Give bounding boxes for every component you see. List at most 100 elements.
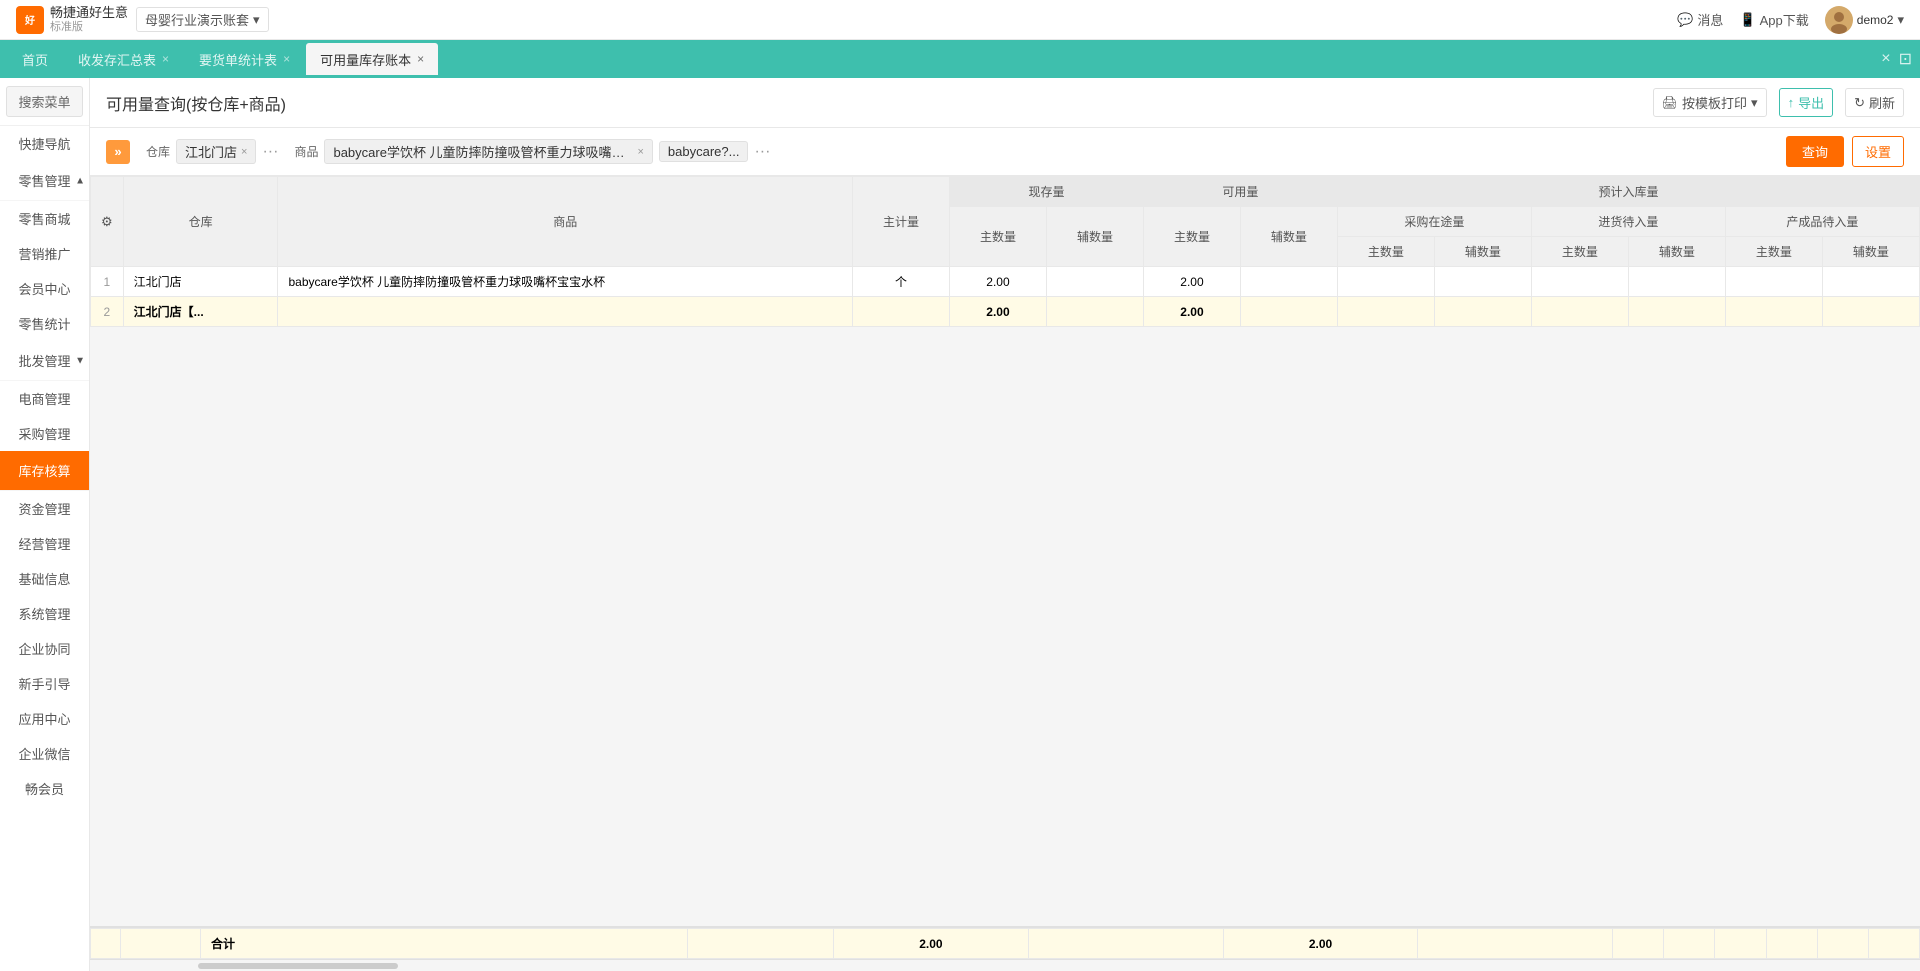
tab-order-stats[interactable]: 要货单统计表 ×	[185, 43, 304, 75]
sidebar-item-member-center[interactable]: 会员中心	[0, 271, 89, 306]
summary-empty-settings	[91, 929, 121, 959]
purchase-transit-header: 采购在途量	[1337, 207, 1531, 237]
warehouse-filter-label: 仓库	[146, 143, 170, 160]
table-row-subtotal: 2 江北门店【... 2.00 2.00	[91, 297, 1920, 327]
avatar	[1825, 6, 1853, 34]
warehouse-tag-jiangbei[interactable]: 江北门店 ×	[176, 139, 256, 164]
goods-aux-1	[1628, 267, 1725, 297]
sidebar-item-retail-stats[interactable]: 零售统计	[0, 306, 89, 341]
main-unit-2	[853, 297, 950, 327]
sidebar-item-system-mgmt[interactable]: 系统管理	[0, 596, 89, 631]
sidebar-item-inventory[interactable]: 库存核算	[0, 451, 89, 491]
setting-button[interactable]: 设置	[1852, 136, 1904, 167]
print-chevron-icon: ▾	[1751, 95, 1758, 111]
sidebar-item-retail-mall[interactable]: 零售商城	[0, 201, 89, 236]
tab-restore-icon[interactable]: ⊡	[1899, 49, 1912, 69]
table-scroll[interactable]: ⚙ 仓库 商品 主计量 现存量 可用量 预计入库量 主数量 辅数量	[90, 176, 1920, 926]
avail-aux-2	[1240, 297, 1337, 327]
message-button[interactable]: 💬 消息	[1677, 10, 1723, 29]
avail-main-2: 2.00	[1143, 297, 1240, 327]
logo-text: 畅捷通好生意 标准版	[50, 5, 128, 34]
finished-main-1	[1725, 267, 1822, 297]
sidebar-item-operations[interactable]: 经营管理	[0, 526, 89, 561]
search-menu-button[interactable]: 搜索菜单	[6, 86, 83, 117]
product-tag-remove-1[interactable]: ×	[637, 146, 643, 158]
warehouse-filter-group: 仓库 江北门店 × ···	[146, 139, 278, 164]
summary-stock-aux	[1028, 929, 1223, 959]
product-tag-babycare2[interactable]: babycare?...	[659, 141, 749, 162]
sidebar-item-marketing[interactable]: 营销推广	[0, 236, 89, 271]
purchase-aux-1	[1434, 267, 1531, 297]
filter-expand-button[interactable]: »	[106, 140, 130, 164]
tab-home[interactable]: 首页	[8, 43, 62, 75]
tab-available-stock[interactable]: 可用量库存账本 ×	[306, 43, 438, 75]
industry-select[interactable]: 母婴行业演示账套 ▾	[136, 7, 269, 32]
sidebar-item-app-center[interactable]: 应用中心	[0, 701, 89, 736]
purchase-main-qty-header: 主数量	[1337, 237, 1434, 267]
summary-row: 合计 2.00 2.00	[91, 929, 1920, 959]
product-filter-more[interactable]: ···	[754, 143, 770, 161]
horizontal-scrollbar[interactable]	[90, 959, 1920, 971]
avail-aux-1	[1240, 267, 1337, 297]
avail-main-1: 2.00	[1143, 267, 1240, 297]
sidebar-item-retail-mgmt[interactable]: 零售管理 ▲	[0, 161, 89, 201]
product-filter-group: 商品 babycare学饮杯 儿童防摔防撞吸管杯重力球吸嘴杯宝宝水杯 × bab…	[294, 139, 770, 164]
main-unit-1: 个	[853, 267, 950, 297]
sidebar-item-ecommerce[interactable]: 电商管理	[0, 381, 89, 416]
row-num-1: 1	[91, 267, 124, 297]
warehouse-filter-more[interactable]: ···	[262, 143, 278, 161]
product-tag-babycare[interactable]: babycare学饮杯 儿童防摔防撞吸管杯重力球吸嘴杯宝宝水杯 ×	[324, 139, 652, 164]
scrollbar-thumb[interactable]	[198, 963, 398, 969]
purchase-main-2	[1337, 297, 1434, 327]
app-download-button[interactable]: 📱 App下载	[1739, 10, 1808, 29]
print-template-button[interactable]: 🖨 按模板打印 ▾	[1653, 88, 1767, 117]
tab-close-available[interactable]: ×	[417, 52, 424, 66]
user-avatar[interactable]: demo2 ▾	[1825, 6, 1904, 34]
finished-aux-1	[1822, 267, 1919, 297]
query-button[interactable]: 查询	[1786, 136, 1844, 167]
sidebar-item-new-guide[interactable]: 新手引导	[0, 666, 89, 701]
top-bar-right: 💬 消息 📱 App下载 demo2 ▾	[1677, 6, 1904, 34]
tab-close-order[interactable]: ×	[283, 52, 290, 66]
available-col-header: 可用量	[1143, 177, 1337, 207]
sidebar-search: 搜索菜单	[0, 78, 89, 126]
current-stock-col-header: 现存量	[949, 177, 1143, 207]
table-row: 1 江北门店 babycare学饮杯 儿童防摔防撞吸管杯重力球吸嘴杯宝宝水杯 个…	[91, 267, 1920, 297]
sidebar-item-purchase-mgmt[interactable]: 采购管理	[0, 416, 89, 451]
sidebar-item-enterprise-wechat[interactable]: 企业微信	[0, 736, 89, 771]
summary-avail-aux	[1418, 929, 1613, 959]
tab-close-all-icon[interactable]: ×	[1881, 50, 1890, 68]
page-title: 可用量查询(按仓库+商品)	[106, 91, 286, 115]
chevron-right-icon: ▼	[75, 355, 85, 366]
tab-receive-summary[interactable]: 收发存汇总表 ×	[64, 43, 183, 75]
stock-aux-1	[1046, 267, 1143, 297]
warehouse-col-header: 仓库	[123, 177, 278, 267]
sidebar-item-finance[interactable]: 资金管理	[0, 491, 89, 526]
sidebar-item-enterprise-collab[interactable]: 企业协同	[0, 631, 89, 666]
settings-col-header[interactable]: ⚙	[91, 177, 124, 267]
table-wrapper: ⚙ 仓库 商品 主计量 现存量 可用量 预计入库量 主数量 辅数量	[90, 176, 1920, 971]
summary-p2	[1664, 929, 1715, 959]
stock-main-2: 2.00	[949, 297, 1046, 327]
warehouse-tag-remove[interactable]: ×	[241, 146, 247, 158]
sidebar-item-chang-member[interactable]: 畅会员	[0, 771, 89, 806]
filter-actions: 查询 设置	[1786, 136, 1904, 167]
sidebar-item-wholesale-mgmt[interactable]: 批发管理 ▼	[0, 341, 89, 381]
sidebar-item-basic-info[interactable]: 基础信息	[0, 561, 89, 596]
refresh-button[interactable]: ↻ 刷新	[1845, 88, 1904, 117]
sidebar-item-quick-nav[interactable]: 快捷导航	[0, 126, 89, 161]
print-icon: 🖨	[1662, 95, 1679, 111]
settings-icon[interactable]: ⚙	[101, 214, 113, 229]
export-button[interactable]: ↑ 导出	[1779, 88, 1834, 117]
tab-close-receive[interactable]: ×	[162, 52, 169, 66]
export-icon: ↑	[1788, 95, 1795, 110]
goods-main-qty-header: 主数量	[1531, 237, 1628, 267]
main-layout: 搜索菜单 快捷导航 零售管理 ▲ 零售商城 营销推广 会员中心 零售统计 批发管…	[0, 78, 1920, 971]
purchase-aux-qty-header: 辅数量	[1434, 237, 1531, 267]
top-bar-left: 好 畅捷通好生意 标准版 母婴行业演示账套 ▾	[16, 5, 269, 34]
summary-avail-main: 2.00	[1223, 929, 1418, 959]
finished-pending-header: 产成品待入量	[1725, 207, 1919, 237]
product-filter-label: 商品	[294, 143, 318, 160]
content-area: 可用量查询(按仓库+商品) 🖨 按模板打印 ▾ ↑ 导出 ↻ 刷新	[90, 78, 1920, 971]
summary-p5	[1817, 929, 1868, 959]
